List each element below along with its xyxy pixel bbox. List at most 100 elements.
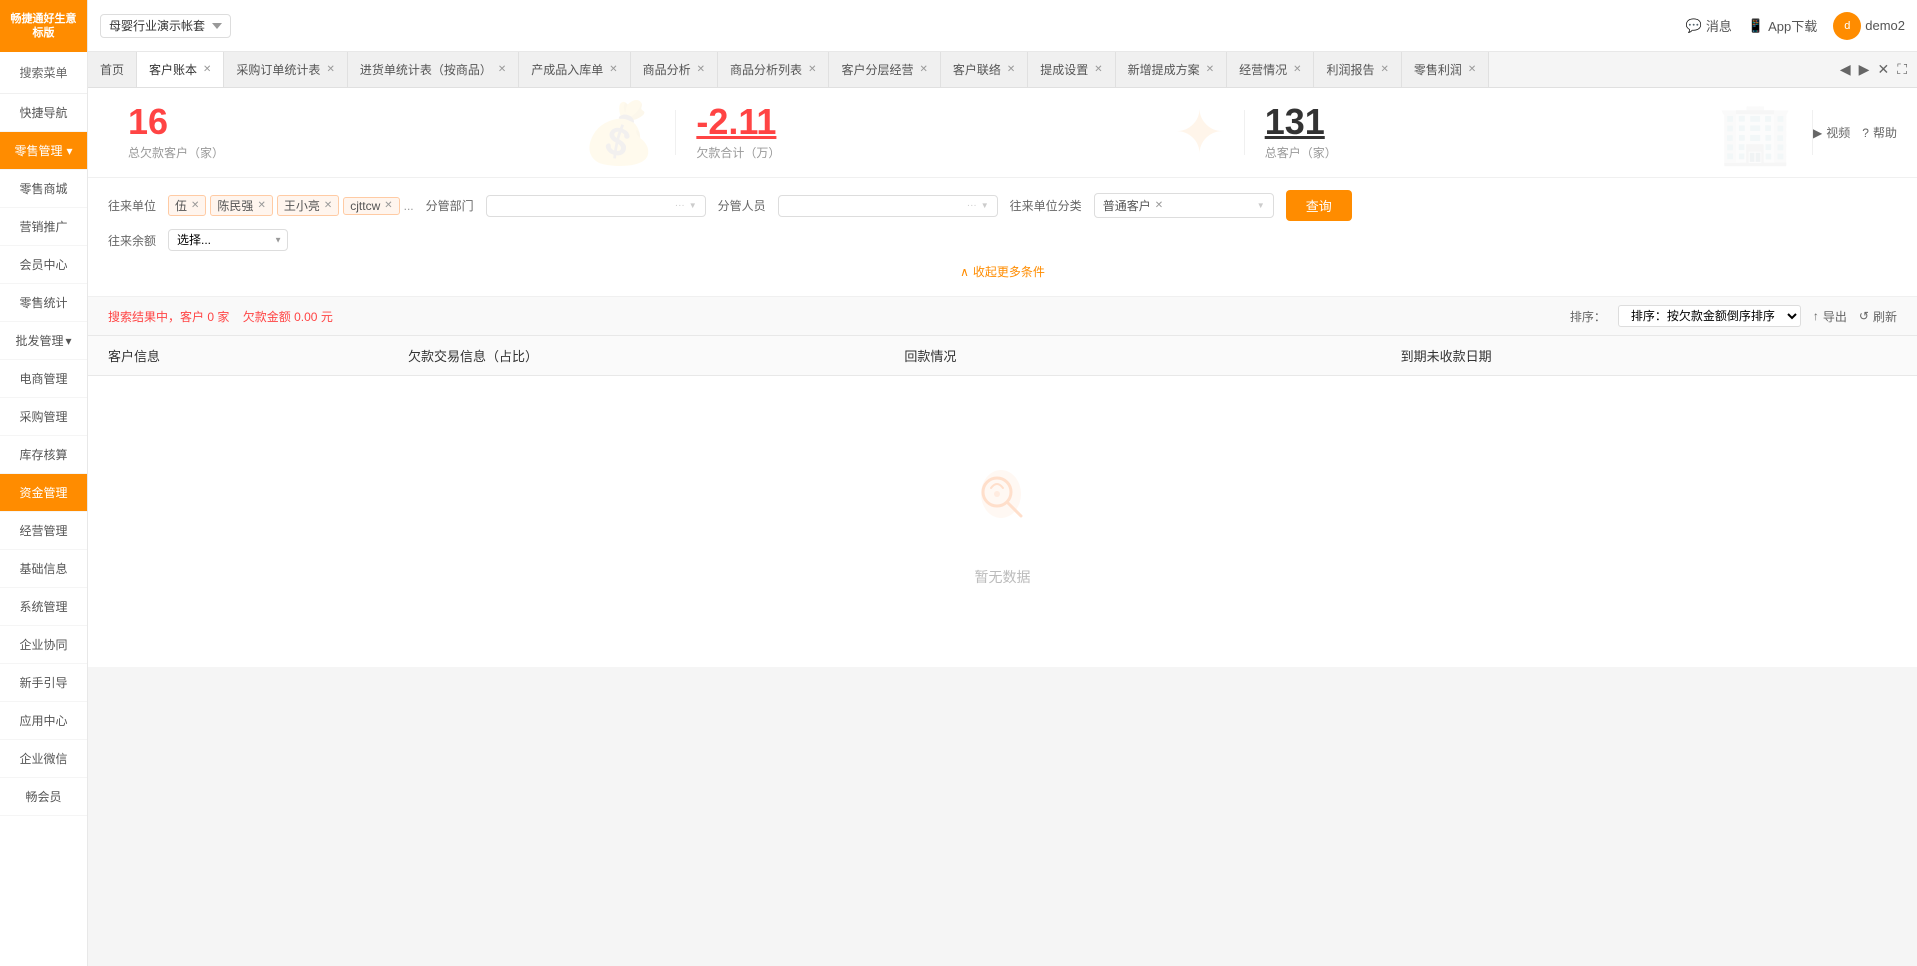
filter-unit-type-chevron: ▼: [1257, 201, 1265, 210]
sidebar-item-finance[interactable]: 资金管理: [0, 474, 87, 512]
collapse-icon: ∧: [960, 265, 969, 279]
building-icon: 🏢: [1718, 97, 1793, 168]
filter-dept-label: 分管部门: [426, 197, 474, 214]
tab-close-contact[interactable]: ✕: [1007, 64, 1015, 75]
tabbar: 首页 客户账本 ✕ 采购订单统计表 ✕ 进货单统计表（按商品） ✕ 产成品入库单…: [88, 52, 1917, 88]
tab-close-purchase-product[interactable]: ✕: [498, 64, 506, 75]
filter-manager-input-wrap: ··· ▼: [778, 195, 998, 217]
filter-manager-input[interactable]: [787, 199, 963, 213]
sidebar-item-inventory[interactable]: 库存核算: [0, 436, 87, 474]
filter-dept-input[interactable]: [495, 199, 671, 213]
stats-actions: ▶ 视频 ? 帮助: [1813, 124, 1897, 141]
download-icon: 📱: [1748, 18, 1764, 34]
tab-maximize[interactable]: ⛶: [1895, 59, 1909, 80]
help-button[interactable]: ? 帮助: [1862, 124, 1897, 141]
sidebar-item-wechat[interactable]: 企业微信: [0, 740, 87, 778]
topbar: 母婴行业演示帐套 💬 消息 📱 App下载 d demo2: [88, 0, 1917, 52]
account-selector[interactable]: 母婴行业演示帐套: [100, 14, 231, 38]
video-button[interactable]: ▶ 视频: [1813, 124, 1850, 141]
stat-debtors-label: 总欠款客户（家）: [128, 144, 224, 161]
sidebar-item-retail-mall[interactable]: 零售商城: [0, 170, 87, 208]
sidebar-item-retail-stats[interactable]: 零售统计: [0, 284, 87, 322]
tab-close-operations[interactable]: ✕: [1293, 64, 1301, 75]
filter-tag-cjttcw-close[interactable]: ✕: [384, 200, 392, 211]
avatar: d: [1833, 12, 1861, 40]
user-profile[interactable]: d demo2: [1833, 12, 1905, 40]
export-icon: ↑: [1813, 309, 1819, 323]
filter-tag-wu-close[interactable]: ✕: [191, 200, 199, 211]
tab-close-analysis[interactable]: ✕: [697, 64, 705, 75]
empty-text: 暂无数据: [975, 567, 1031, 587]
sidebar-item-purchase[interactable]: 采购管理: [0, 398, 87, 436]
refresh-button[interactable]: ↺ 刷新: [1859, 308, 1897, 325]
query-button[interactable]: 查询: [1286, 190, 1352, 221]
sidebar-search[interactable]: 搜索菜单: [0, 52, 87, 94]
sidebar-item-retail[interactable]: 零售管理 ▾: [0, 132, 87, 170]
tab-retail-profit[interactable]: 零售利润 ✕: [1402, 52, 1489, 88]
tab-customer-contact[interactable]: 客户联络 ✕: [941, 52, 1028, 88]
app-download-button[interactable]: 📱 App下载: [1748, 16, 1817, 35]
tab-close-commission[interactable]: ✕: [1094, 64, 1102, 75]
tab-close-retail-profit[interactable]: ✕: [1468, 64, 1476, 75]
filter-tag-normal-close[interactable]: ✕: [1155, 200, 1163, 211]
message-button[interactable]: 💬 消息: [1686, 16, 1732, 35]
sidebar: 畅捷通好生意 标版 搜索菜单 快捷导航 零售管理 ▾ 零售商城 营销推广 会员中…: [0, 0, 88, 966]
filter-tag-wang-close[interactable]: ✕: [324, 200, 332, 211]
search-menu-button[interactable]: 搜索菜单: [6, 60, 81, 85]
filter-dept-more-icon: ···: [675, 200, 685, 211]
tab-product-storage[interactable]: 产成品入库单 ✕: [519, 52, 630, 88]
sidebar-item-ecommerce[interactable]: 电商管理: [0, 360, 87, 398]
filter-balance-wrap: 选择...: [168, 229, 288, 251]
export-button[interactable]: ↑ 导出: [1813, 308, 1847, 325]
sidebar-item-quick-nav[interactable]: 快捷导航: [0, 94, 87, 132]
result-actions: 排序： 排序：按欠款金额倒序排序 ↑ 导出 ↺ 刷新: [1570, 305, 1897, 327]
tab-close-purchase[interactable]: ✕: [326, 64, 334, 75]
main-content: 母婴行业演示帐套 💬 消息 📱 App下载 d demo2 首页 客户账本 ✕: [88, 0, 1917, 966]
refresh-icon: ↺: [1859, 309, 1869, 323]
sidebar-item-member-center[interactable]: 会员中心: [0, 246, 87, 284]
tab-scroll-right[interactable]: ▶: [1857, 59, 1872, 80]
logo: 畅捷通好生意 标版: [0, 0, 87, 52]
sidebar-item-marketing[interactable]: 营销推广: [0, 208, 87, 246]
chevron-icon: ▾: [66, 144, 72, 158]
tab-purchase-stats-product[interactable]: 进货单统计表（按商品） ✕: [348, 52, 519, 88]
tab-product-analysis[interactable]: 商品分析 ✕: [631, 52, 718, 88]
sidebar-item-cooperation[interactable]: 企业协同: [0, 626, 87, 664]
sidebar-item-member[interactable]: 畅会员: [0, 778, 87, 816]
filter-more-btn[interactable]: ...: [404, 199, 414, 213]
tab-close-tier[interactable]: ✕: [919, 64, 927, 75]
tab-close-storage[interactable]: ✕: [609, 64, 617, 75]
sort-select[interactable]: 排序：按欠款金额倒序排序: [1618, 305, 1801, 327]
tab-close-all[interactable]: ✕: [1875, 59, 1891, 80]
sidebar-item-app-center[interactable]: 应用中心: [0, 702, 87, 740]
tab-home[interactable]: 首页: [88, 52, 137, 88]
sidebar-item-operations[interactable]: 经营管理: [0, 512, 87, 550]
tab-close-customer-ledger[interactable]: ✕: [203, 64, 211, 75]
tab-close-analysis-list[interactable]: ✕: [808, 64, 816, 75]
tab-profit-report[interactable]: 利润报告 ✕: [1314, 52, 1401, 88]
tab-customer-ledger[interactable]: 客户账本 ✕: [137, 52, 224, 88]
sidebar-item-newbie[interactable]: 新手引导: [0, 664, 87, 702]
result-bar: 搜索结果中，客户 0 家 欠款金额 0.00 元 排序： 排序：按欠款金额倒序排…: [88, 297, 1917, 336]
tab-operations[interactable]: 经营情况 ✕: [1227, 52, 1314, 88]
tab-product-analysis-list[interactable]: 商品分析列表 ✕: [718, 52, 829, 88]
data-table: 客户信息 欠款交易信息（占比） 回款情况 到期未收款日期 暂: [88, 336, 1917, 667]
stats-section: 💰 16 总欠款客户（家） ✦ -2.11 欠款合计（万） 🏢 131 总客户（…: [88, 88, 1917, 178]
filter-unit-type-wrap: 普通客户 ✕ ▼: [1094, 193, 1274, 218]
sidebar-item-wholesale[interactable]: 批发管理 ▾: [0, 322, 87, 360]
tab-add-commission[interactable]: 新增提成方案 ✕: [1116, 52, 1227, 88]
stat-customers: 🏢 131 总客户（家）: [1245, 104, 1813, 161]
sidebar-item-basic-info[interactable]: 基础信息: [0, 550, 87, 588]
tab-close-profit[interactable]: ✕: [1381, 64, 1389, 75]
sidebar-item-system[interactable]: 系统管理: [0, 588, 87, 626]
filter-balance-select[interactable]: 选择...: [168, 229, 288, 251]
empty-icon: [963, 456, 1043, 555]
tab-purchase-order-stats[interactable]: 采购订单统计表 ✕: [224, 52, 347, 88]
filter-manager-chevron: ▼: [981, 201, 989, 210]
tab-close-add-commission[interactable]: ✕: [1206, 64, 1214, 75]
tab-scroll-left[interactable]: ◀: [1838, 59, 1853, 80]
tab-customer-tier[interactable]: 客户分层经营 ✕: [829, 52, 940, 88]
tab-commission-settings[interactable]: 提成设置 ✕: [1028, 52, 1115, 88]
filter-tag-chen-close[interactable]: ✕: [257, 200, 265, 211]
filter-collapse-button[interactable]: ∧ 收起更多条件: [108, 259, 1897, 284]
